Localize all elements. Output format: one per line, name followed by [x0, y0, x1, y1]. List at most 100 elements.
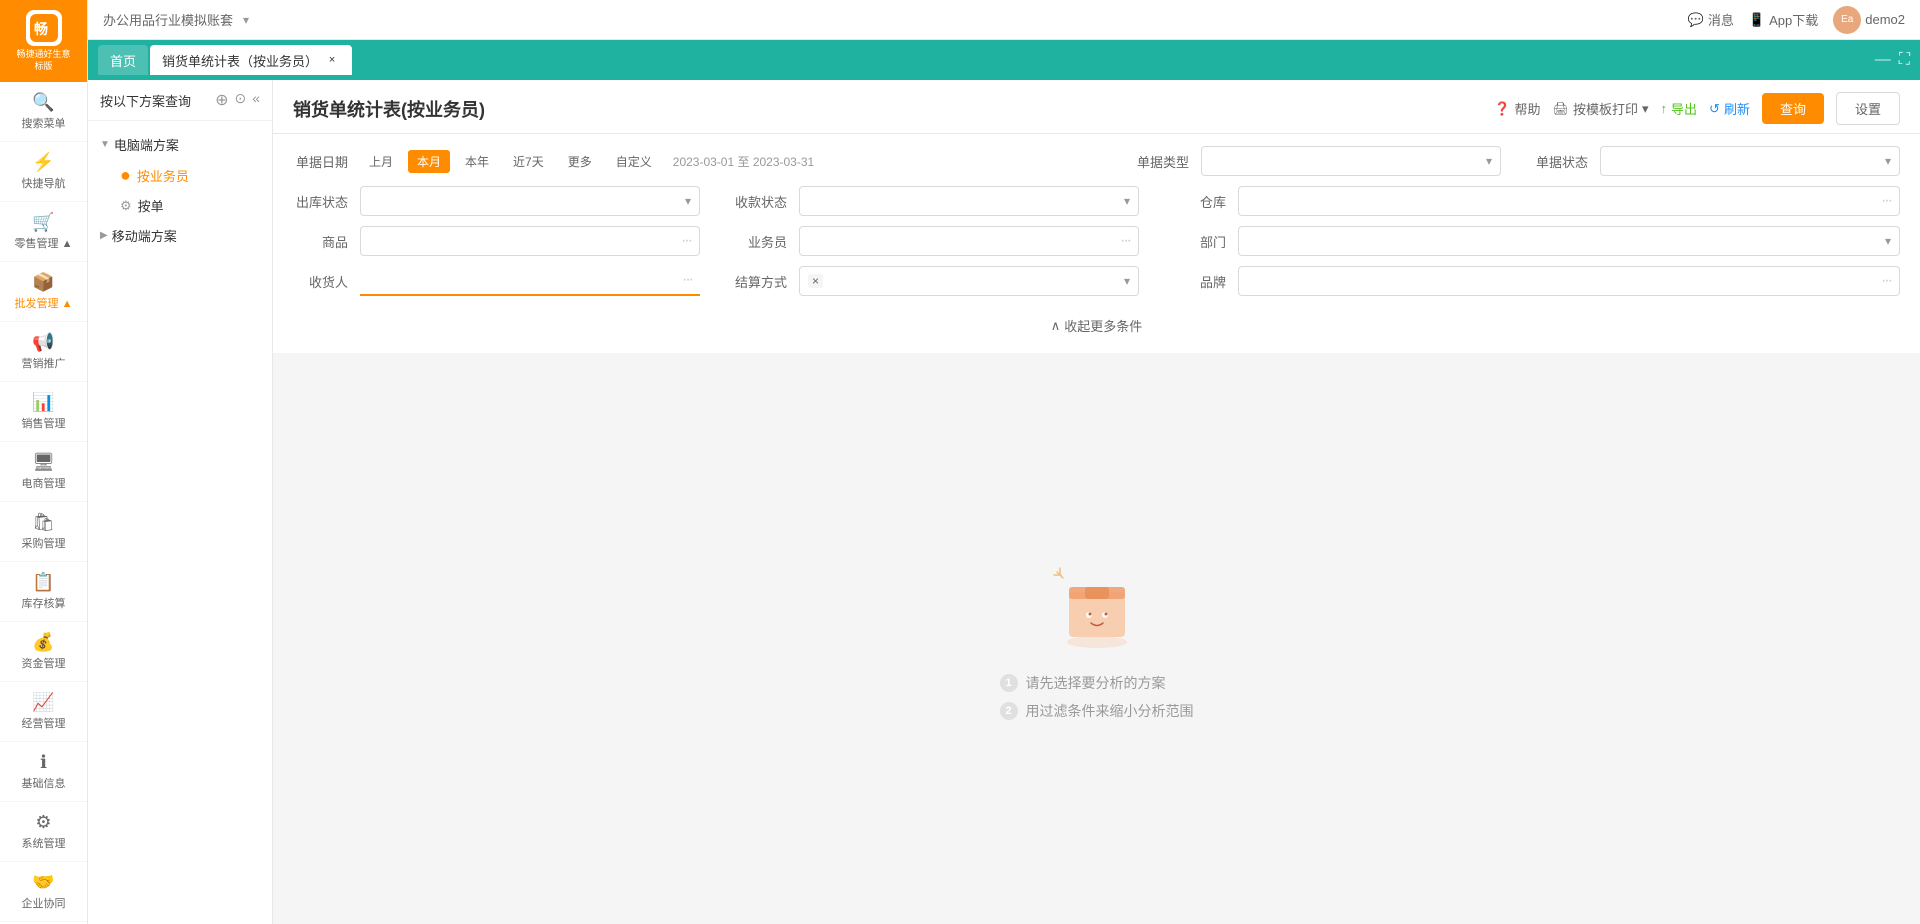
- query-button[interactable]: 查询: [1762, 93, 1824, 124]
- logo-text: 畅捷通好生意 标版: [16, 49, 70, 72]
- tab-minimize-icon[interactable]: —: [1875, 51, 1891, 69]
- active-icon: ●: [120, 165, 131, 186]
- tree-node-by-order[interactable]: ⚙ 按单: [112, 191, 272, 220]
- tree-label-mobile: 移动端方案: [112, 226, 177, 245]
- tree-children-pc: ● 按业务员 ⚙ 按单: [88, 160, 272, 220]
- sidebar-item-2[interactable]: 🛒 零售管理 ▲: [0, 202, 87, 262]
- tree-label-order: 按单: [138, 196, 164, 215]
- sidebar-item-5[interactable]: 📊 销售管理: [0, 382, 87, 442]
- logo-icon: 畅: [26, 10, 62, 46]
- tree-node-by-salesperson[interactable]: ● 按业务员: [112, 160, 272, 191]
- topbar-dropdown[interactable]: ▾: [243, 13, 249, 27]
- sidebar-item-9[interactable]: 💰 资金管理: [0, 622, 87, 682]
- page-header: 销货单统计表(按业务员) ❓ 帮助 🖨 按模板打印 ▾ ↑ 导出: [273, 80, 1920, 134]
- doc-status-input[interactable]: ▾: [1600, 146, 1900, 176]
- tree-node-mobile[interactable]: ▶ 移动端方案: [88, 220, 272, 251]
- sidebar-item-1[interactable]: ⚡ 快捷导航: [0, 142, 87, 202]
- sidebar-icon-5: 📊: [32, 392, 54, 413]
- filter-row-2: 出库状态 ▾ 收款状态 ▾ 仓库 ···: [293, 186, 1900, 216]
- tree-node-pc[interactable]: ▼ 电脑端方案: [88, 129, 272, 160]
- warehouse-input[interactable]: ···: [1238, 186, 1900, 216]
- sidebar-icon-12: ⚙: [35, 812, 51, 833]
- app-download-action[interactable]: 📱 App下载: [1749, 10, 1818, 29]
- tab-close-icon[interactable]: ×: [324, 52, 340, 68]
- salesperson-input[interactable]: ···: [799, 226, 1139, 256]
- warehouse-label: 仓库: [1171, 192, 1226, 211]
- brand-label: 品牌: [1171, 272, 1226, 291]
- add-scheme-icon[interactable]: ⊕: [215, 90, 228, 110]
- settle-method-tag[interactable]: ×: [808, 274, 823, 288]
- sidebar-item-0[interactable]: 🔍 搜索菜单: [0, 82, 87, 142]
- tab-home-label: 首页: [110, 51, 136, 70]
- brand-input[interactable]: ···: [1238, 266, 1900, 296]
- date-btn-7days[interactable]: 近7天: [504, 150, 553, 173]
- left-panel-title: 按以下方案查询: [100, 91, 191, 110]
- receiver-dots-icon: ···: [682, 271, 692, 289]
- app-download-label: App下载: [1769, 10, 1818, 29]
- settings-icon-small: ⚙: [120, 198, 132, 214]
- help-action[interactable]: ❓ 帮助: [1494, 99, 1540, 118]
- sidebar-item-8[interactable]: 📋 库存核算: [0, 562, 87, 622]
- collapse-panel-icon[interactable]: «: [252, 90, 260, 110]
- sidebar-item-4[interactable]: 📢 营销推广: [0, 322, 87, 382]
- print-dropdown-icon: ▾: [1642, 101, 1649, 117]
- sidebar-item-11[interactable]: ℹ 基础信息: [0, 742, 87, 802]
- sidebar-label-4: 营销推广: [22, 355, 66, 371]
- date-btn-more[interactable]: 更多: [559, 150, 601, 173]
- date-btn-this-year[interactable]: 本年: [456, 150, 498, 173]
- tab-home[interactable]: 首页: [98, 45, 148, 75]
- date-label: 单据日期: [293, 152, 348, 171]
- sidebar-item-10[interactable]: 📈 经营管理: [0, 682, 87, 742]
- svg-text:畅: 畅: [34, 21, 48, 37]
- tree-section: ▼ 电脑端方案 ● 按业务员 ⚙ 按单 ▶ 移动端方案: [88, 121, 272, 259]
- sidebar-item-3[interactable]: 📦 批发管理 ▲: [0, 262, 87, 322]
- export-action[interactable]: ↑ 导出: [1661, 99, 1698, 118]
- settle-method-input[interactable]: × ▾: [799, 266, 1139, 296]
- dept-input[interactable]: ▾: [1238, 226, 1900, 256]
- user-profile[interactable]: Ea demo2: [1833, 6, 1905, 34]
- sidebar-label-10: 经营管理: [22, 715, 66, 731]
- out-status-arrow-icon: ▾: [685, 194, 691, 208]
- settings-scheme-icon[interactable]: ⊙: [234, 90, 246, 110]
- empty-state: 1 请先选择要分析的方案 2 用过滤条件来缩小分析范围: [1000, 557, 1194, 721]
- tree-label-salesperson: 按业务员: [137, 166, 189, 185]
- payment-status-input[interactable]: ▾: [799, 186, 1139, 216]
- date-filter: 上月 本月 本年 近7天 更多 自定义 2023-03-01 至 2023-03…: [360, 150, 1102, 173]
- left-panel: 按以下方案查询 ⊕ ⊙ « ▼ 电脑端方案 ● 按业务员: [88, 80, 273, 924]
- tree-expand-mobile-icon: ▶: [100, 230, 108, 241]
- tab-sales-stat-label: 销货单统计表（按业务员）: [162, 51, 318, 70]
- right-panel: 销货单统计表(按业务员) ❓ 帮助 🖨 按模板打印 ▾ ↑ 导出: [273, 80, 1920, 924]
- doc-type-arrow-icon: ▾: [1486, 154, 1492, 168]
- print-action[interactable]: 🖨 按模板打印 ▾: [1552, 99, 1648, 118]
- settings-button[interactable]: 设置: [1836, 92, 1900, 125]
- refresh-label: 刷新: [1724, 99, 1750, 118]
- sidebar-label-12: 系统管理: [22, 835, 66, 851]
- settle-method-tag-close[interactable]: ×: [812, 274, 819, 288]
- out-status-input[interactable]: ▾: [360, 186, 700, 216]
- header-actions: ❓ 帮助 🖨 按模板打印 ▾ ↑ 导出 ↺ 刷新: [1494, 92, 1900, 125]
- date-btn-last-month[interactable]: 上月: [360, 150, 402, 173]
- message-action[interactable]: 💬 消息: [1688, 10, 1734, 29]
- doc-type-input[interactable]: ▾: [1201, 146, 1501, 176]
- goods-input[interactable]: ···: [360, 226, 700, 256]
- sidebar-item-13[interactable]: 🤝 企业协同: [0, 862, 87, 922]
- sidebar-icon-10: 📈: [32, 692, 54, 713]
- collapse-icon: ∧: [1051, 318, 1061, 334]
- sidebar-icon-3: 📦: [32, 272, 54, 293]
- date-btn-this-month[interactable]: 本月: [408, 150, 450, 173]
- tab-sales-stat[interactable]: 销货单统计表（按业务员） ×: [150, 45, 352, 75]
- warehouse-dots-icon: ···: [1881, 192, 1891, 210]
- date-btn-custom[interactable]: 自定义: [607, 150, 661, 173]
- refresh-action[interactable]: ↺ 刷新: [1709, 99, 1750, 118]
- collapse-label: 收起更多条件: [1064, 316, 1142, 335]
- sidebar-item-7[interactable]: 🛍 采购管理: [0, 502, 87, 562]
- sidebar-item-12[interactable]: ⚙ 系统管理: [0, 802, 87, 862]
- tab-maximize-icon[interactable]: ⛶: [1899, 51, 1910, 69]
- sidebar-item-6[interactable]: 🖥 电商管理: [0, 442, 87, 502]
- collapse-btn[interactable]: ∧ 收起更多条件: [293, 316, 1900, 335]
- sidebar-label-7: 采购管理: [22, 535, 66, 551]
- date-range-text: 2023-03-01 至 2023-03-31: [673, 153, 814, 170]
- receiver-input[interactable]: ···: [360, 266, 700, 296]
- sidebar-icon-0: 🔍: [32, 92, 54, 113]
- tip-1-text: 请先选择要分析的方案: [1026, 673, 1166, 693]
